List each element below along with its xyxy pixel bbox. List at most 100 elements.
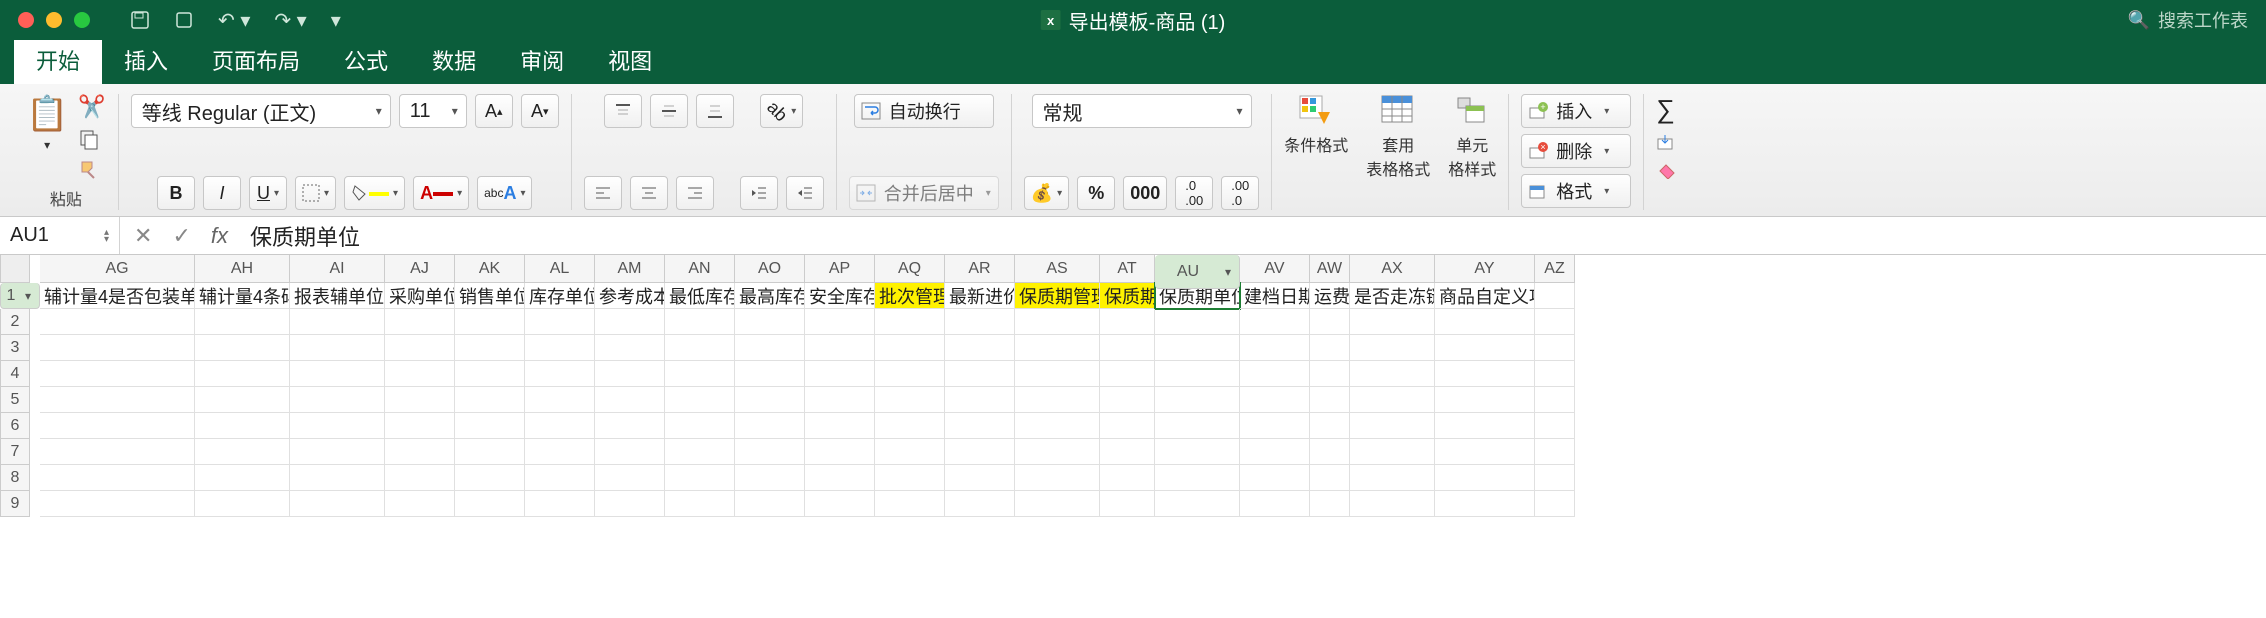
copy-icon[interactable] xyxy=(78,128,105,150)
cell-AV6[interactable] xyxy=(1240,413,1310,439)
currency-button[interactable]: 💰▾ xyxy=(1024,176,1069,210)
enter-formula-icon[interactable]: ✓ xyxy=(172,223,190,249)
underline-button[interactable]: U▾ xyxy=(249,176,287,210)
cell-AQ9[interactable] xyxy=(875,491,945,517)
column-header-AT[interactable]: AT xyxy=(1100,255,1155,283)
cell-AW7[interactable] xyxy=(1310,439,1350,465)
cell-AO5[interactable] xyxy=(735,387,805,413)
cell-AP6[interactable] xyxy=(805,413,875,439)
cell-AP1[interactable]: 安全库存 xyxy=(805,283,875,309)
row-header-3[interactable]: 3 xyxy=(0,335,30,361)
cell-AH5[interactable] xyxy=(195,387,290,413)
cell-AK7[interactable] xyxy=(455,439,525,465)
formula-input[interactable]: 保质期单位 xyxy=(242,220,360,252)
cell-AO7[interactable] xyxy=(735,439,805,465)
cell-AN4[interactable] xyxy=(665,361,735,387)
column-header-AG[interactable]: AG xyxy=(40,255,195,283)
cell-AL9[interactable] xyxy=(525,491,595,517)
cell-AI2[interactable] xyxy=(290,309,385,335)
cell-AX7[interactable] xyxy=(1350,439,1435,465)
cell-AW3[interactable] xyxy=(1310,335,1350,361)
orientation-button[interactable]: ab▾ xyxy=(760,94,803,128)
cell-AN1[interactable]: 最低库存 xyxy=(665,283,735,309)
cell-AP9[interactable] xyxy=(805,491,875,517)
tab-数据[interactable]: 数据 xyxy=(410,34,498,84)
align-top-button[interactable] xyxy=(604,94,642,128)
cell-AL1[interactable]: 库存单位 xyxy=(525,283,595,309)
cell-AV7[interactable] xyxy=(1240,439,1310,465)
cell-AN6[interactable] xyxy=(665,413,735,439)
cell-AL8[interactable] xyxy=(525,465,595,491)
cell-AJ7[interactable] xyxy=(385,439,455,465)
tab-视图[interactable]: 视图 xyxy=(586,34,674,84)
cell-AM3[interactable] xyxy=(595,335,665,361)
tab-公式[interactable]: 公式 xyxy=(322,34,410,84)
cell-AM9[interactable] xyxy=(595,491,665,517)
cell-AG9[interactable] xyxy=(40,491,195,517)
cell-AO3[interactable] xyxy=(735,335,805,361)
cell-AT3[interactable] xyxy=(1100,335,1155,361)
cell-AZ6[interactable] xyxy=(1535,413,1575,439)
cell-AZ1[interactable] xyxy=(1535,283,1575,309)
wrap-text-button[interactable]: 自动换行 xyxy=(854,94,994,128)
cell-AR5[interactable] xyxy=(945,387,1015,413)
cell-AH4[interactable] xyxy=(195,361,290,387)
column-header-AN[interactable]: AN xyxy=(665,255,735,283)
cell-AW9[interactable] xyxy=(1310,491,1350,517)
cell-AZ7[interactable] xyxy=(1535,439,1575,465)
cell-AK8[interactable] xyxy=(455,465,525,491)
cut-icon[interactable]: ✂️ xyxy=(78,94,105,120)
cell-styles-button[interactable]: 单元 格样式 xyxy=(1448,94,1496,180)
cell-AX5[interactable] xyxy=(1350,387,1435,413)
cell-AV9[interactable] xyxy=(1240,491,1310,517)
cell-AK3[interactable] xyxy=(455,335,525,361)
cell-AO9[interactable] xyxy=(735,491,805,517)
cell-AH7[interactable] xyxy=(195,439,290,465)
cell-AR9[interactable] xyxy=(945,491,1015,517)
cell-AT6[interactable] xyxy=(1100,413,1155,439)
cell-AG1[interactable]: 辅计量4是否包装单位 xyxy=(40,283,195,309)
row-header-6[interactable]: 6 xyxy=(0,413,30,439)
cell-AG2[interactable] xyxy=(40,309,195,335)
cell-AY3[interactable] xyxy=(1435,335,1535,361)
cell-AG5[interactable] xyxy=(40,387,195,413)
cell-AR1[interactable]: 最新进价 xyxy=(945,283,1015,309)
cell-AO6[interactable] xyxy=(735,413,805,439)
qat-more-icon[interactable]: ▾ xyxy=(331,8,341,33)
cell-AK5[interactable] xyxy=(455,387,525,413)
save-icon[interactable] xyxy=(130,10,150,30)
paste-button[interactable]: 📋 ▾ xyxy=(26,94,68,152)
format-as-table-button[interactable]: 套用 表格格式 xyxy=(1366,94,1430,180)
cell-AZ4[interactable] xyxy=(1535,361,1575,387)
column-header-AP[interactable]: AP xyxy=(805,255,875,283)
column-header-AW[interactable]: AW xyxy=(1310,255,1350,283)
cell-AW1[interactable]: 运费 xyxy=(1310,283,1350,309)
cell-AO4[interactable] xyxy=(735,361,805,387)
cell-AU3[interactable] xyxy=(1155,335,1240,361)
cell-AJ4[interactable] xyxy=(385,361,455,387)
cell-AR6[interactable] xyxy=(945,413,1015,439)
cell-AM8[interactable] xyxy=(595,465,665,491)
number-format-select[interactable]: 常规 xyxy=(1032,94,1252,128)
cell-AM7[interactable] xyxy=(595,439,665,465)
cell-AP5[interactable] xyxy=(805,387,875,413)
cell-AY2[interactable] xyxy=(1435,309,1535,335)
cell-AO8[interactable] xyxy=(735,465,805,491)
cell-AY6[interactable] xyxy=(1435,413,1535,439)
cell-AI5[interactable] xyxy=(290,387,385,413)
cell-AU5[interactable] xyxy=(1155,387,1240,413)
cell-AG7[interactable] xyxy=(40,439,195,465)
cell-AG6[interactable] xyxy=(40,413,195,439)
name-box[interactable]: AU1 ▴▾ xyxy=(0,217,120,254)
cell-AY7[interactable] xyxy=(1435,439,1535,465)
save-alt-icon[interactable] xyxy=(174,10,194,30)
cell-AT7[interactable] xyxy=(1100,439,1155,465)
font-size-select[interactable]: 11 xyxy=(399,94,467,128)
column-header-AK[interactable]: AK xyxy=(455,255,525,283)
cell-AU2[interactable] xyxy=(1155,309,1240,335)
decrease-indent-button[interactable] xyxy=(740,176,778,210)
cell-AJ8[interactable] xyxy=(385,465,455,491)
cell-AQ3[interactable] xyxy=(875,335,945,361)
cell-AZ9[interactable] xyxy=(1535,491,1575,517)
cell-AS4[interactable] xyxy=(1015,361,1100,387)
